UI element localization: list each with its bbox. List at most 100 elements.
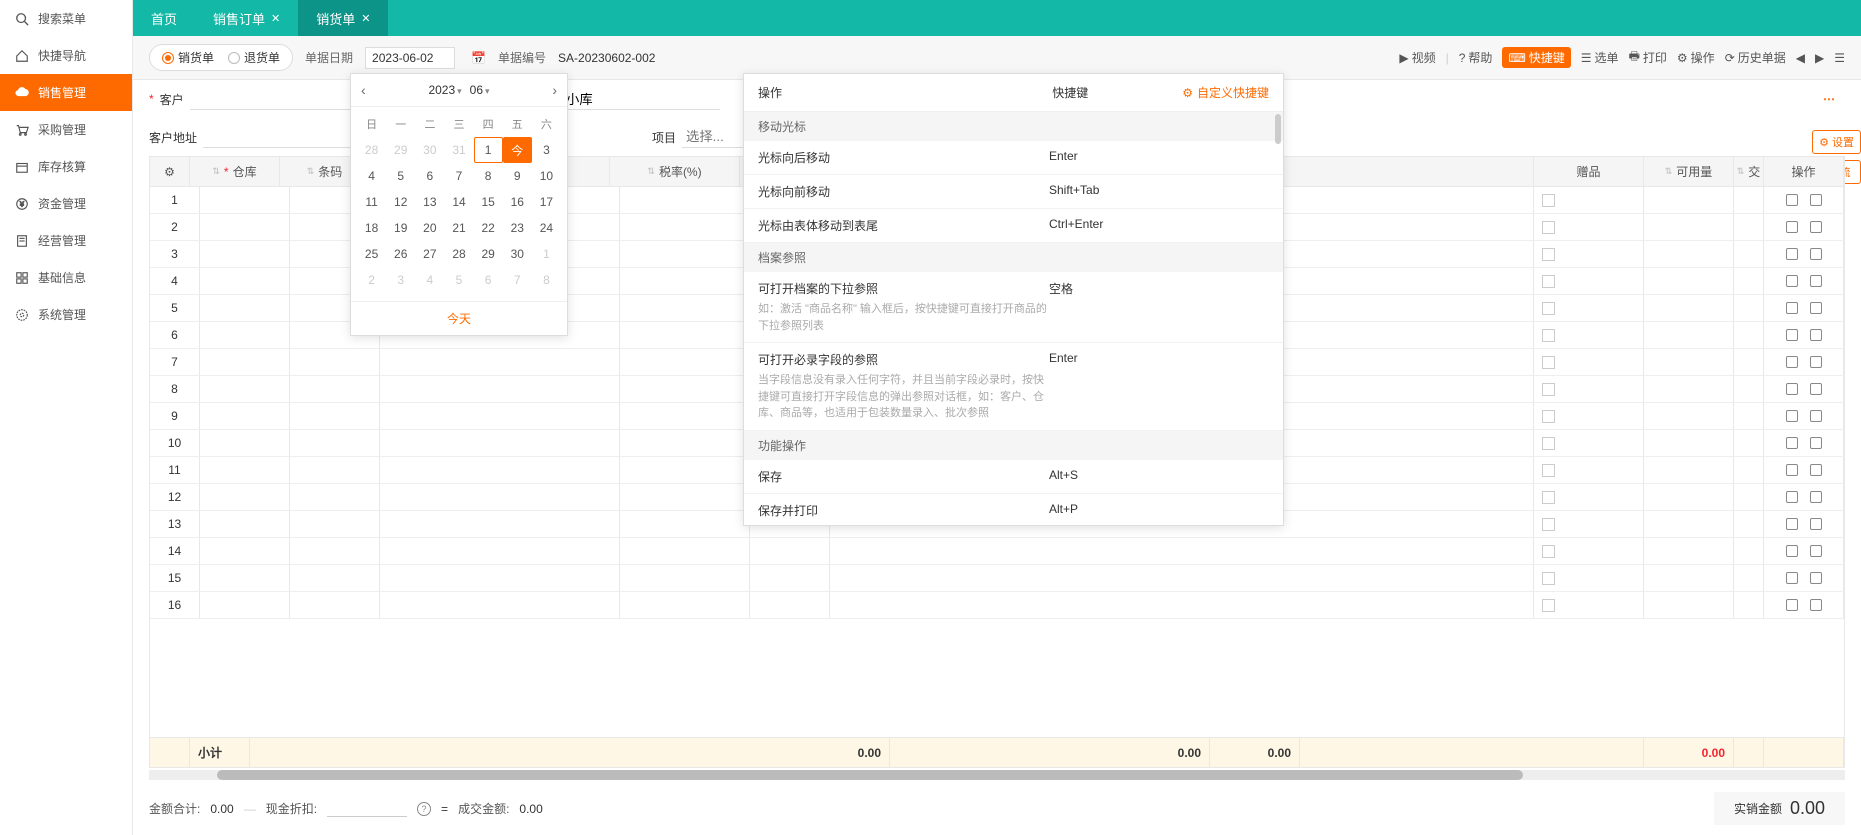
cal-day[interactable]: 18 <box>357 215 386 241</box>
copy-row-icon[interactable] <box>1810 572 1822 584</box>
gift-checkbox[interactable] <box>1542 545 1555 558</box>
table-row[interactable]: 16 <box>150 592 1844 619</box>
gift-checkbox[interactable] <box>1542 356 1555 369</box>
copy-row-icon[interactable] <box>1810 491 1822 503</box>
copy-row-icon[interactable] <box>1810 356 1822 368</box>
radio-sale[interactable]: 销货单 <box>162 49 214 66</box>
cell-spec[interactable] <box>380 565 620 591</box>
video-button[interactable]: ▶视频 <box>1399 49 1435 66</box>
cal-day[interactable]: 6 <box>415 163 444 189</box>
cell-gift[interactable] <box>1534 241 1644 267</box>
more-icon[interactable]: ⋯ <box>1823 92 1835 106</box>
copy-row-icon[interactable] <box>1810 248 1822 260</box>
col-rate[interactable]: ⇅税率(%) <box>610 157 740 186</box>
sidebar-item-basic[interactable]: 基础信息 <box>0 259 132 296</box>
col-deliver[interactable]: ⇅交 <box>1734 157 1764 186</box>
cell-barcode[interactable] <box>290 565 380 591</box>
cell-warehouse[interactable] <box>200 322 290 348</box>
gift-checkbox[interactable] <box>1542 491 1555 504</box>
gift-checkbox[interactable] <box>1542 464 1555 477</box>
delete-row-icon[interactable] <box>1786 383 1798 395</box>
cell-barcode[interactable] <box>290 349 380 375</box>
cell-gift[interactable] <box>1534 430 1644 456</box>
cell-deliver[interactable] <box>1734 403 1764 429</box>
cell-spec[interactable] <box>380 376 620 402</box>
cell-gift[interactable] <box>1534 538 1644 564</box>
cell-deliver[interactable] <box>1734 511 1764 537</box>
cell-barcode[interactable] <box>290 511 380 537</box>
cell-deliver[interactable] <box>1734 349 1764 375</box>
cell-avail[interactable] <box>1644 457 1734 483</box>
cell-avail[interactable] <box>1644 430 1734 456</box>
cal-day[interactable]: 12 <box>386 189 415 215</box>
copy-row-icon[interactable] <box>1810 545 1822 557</box>
cal-day[interactable]: 21 <box>444 215 473 241</box>
cal-day-prev[interactable]: 31 <box>444 137 473 163</box>
delete-row-icon[interactable] <box>1786 275 1798 287</box>
cell-spec[interactable] <box>380 484 620 510</box>
cal-prev-button[interactable]: ‹ <box>361 82 366 98</box>
settings-button[interactable]: ⚙ 设置 <box>1812 130 1861 154</box>
info-icon[interactable]: ? <box>417 802 431 816</box>
cell-spec[interactable] <box>380 457 620 483</box>
gift-checkbox[interactable] <box>1542 599 1555 612</box>
scrollbar-thumb[interactable] <box>1275 114 1281 144</box>
gift-checkbox[interactable] <box>1542 221 1555 234</box>
cell-avail[interactable] <box>1644 241 1734 267</box>
delete-row-icon[interactable] <box>1786 518 1798 530</box>
cal-day[interactable]: 30 <box>503 241 532 267</box>
cell-gift[interactable] <box>1534 322 1644 348</box>
copy-row-icon[interactable] <box>1810 302 1822 314</box>
cell-rate[interactable] <box>620 538 750 564</box>
cell-deliver[interactable] <box>1734 592 1764 618</box>
cal-day[interactable]: 17 <box>532 189 561 215</box>
cell-warehouse[interactable] <box>200 376 290 402</box>
cell-barcode[interactable] <box>290 592 380 618</box>
cell-gift[interactable] <box>1534 484 1644 510</box>
cell-deliver[interactable] <box>1734 538 1764 564</box>
cell-rate[interactable] <box>620 268 750 294</box>
cell-rate[interactable] <box>620 592 750 618</box>
cell-gift[interactable] <box>1534 187 1644 213</box>
cal-day-next[interactable]: 2 <box>357 267 386 293</box>
cell-deliver[interactable] <box>1734 457 1764 483</box>
help-button[interactable]: ?帮助 <box>1459 49 1493 66</box>
gift-checkbox[interactable] <box>1542 248 1555 261</box>
cell-avail[interactable] <box>1644 295 1734 321</box>
cell-avail[interactable] <box>1644 511 1734 537</box>
cal-day[interactable]: 28 <box>444 241 473 267</box>
copy-row-icon[interactable] <box>1810 221 1822 233</box>
hotkey-button[interactable]: ⌨快捷键 <box>1502 47 1570 68</box>
cell-rate[interactable] <box>620 295 750 321</box>
cell-deliver[interactable] <box>1734 376 1764 402</box>
cell-barcode[interactable] <box>290 538 380 564</box>
sidebar-item-sales[interactable]: 销售管理 <box>0 74 132 111</box>
cell-rate[interactable] <box>620 376 750 402</box>
delete-row-icon[interactable] <box>1786 572 1798 584</box>
cal-day[interactable]: 20 <box>415 215 444 241</box>
gift-checkbox[interactable] <box>1542 572 1555 585</box>
cell-etc[interactable] <box>750 538 830 564</box>
copy-row-icon[interactable] <box>1810 599 1822 611</box>
cell-barcode[interactable] <box>290 484 380 510</box>
cal-day[interactable]: 19 <box>386 215 415 241</box>
cell-etc[interactable] <box>750 565 830 591</box>
next-button[interactable]: ▶ <box>1815 51 1824 65</box>
cash-input[interactable] <box>327 801 407 817</box>
copy-row-icon[interactable] <box>1810 383 1822 395</box>
cal-day[interactable]: 23 <box>503 215 532 241</box>
horizontal-scrollbar[interactable] <box>149 770 1845 780</box>
delete-row-icon[interactable] <box>1786 437 1798 449</box>
cell-deliver[interactable] <box>1734 295 1764 321</box>
sidebar-item-search[interactable]: 搜索菜单 <box>0 0 132 37</box>
cell-etc[interactable] <box>750 592 830 618</box>
cell-gift[interactable] <box>1534 565 1644 591</box>
cell-spec[interactable] <box>380 349 620 375</box>
cell-rate[interactable] <box>620 322 750 348</box>
cell-barcode[interactable] <box>290 430 380 456</box>
cell-avail[interactable] <box>1644 592 1734 618</box>
cell-gift[interactable] <box>1534 295 1644 321</box>
cell-avail[interactable] <box>1644 349 1734 375</box>
calendar-icon[interactable]: 📅 <box>471 51 486 65</box>
gift-checkbox[interactable] <box>1542 302 1555 315</box>
